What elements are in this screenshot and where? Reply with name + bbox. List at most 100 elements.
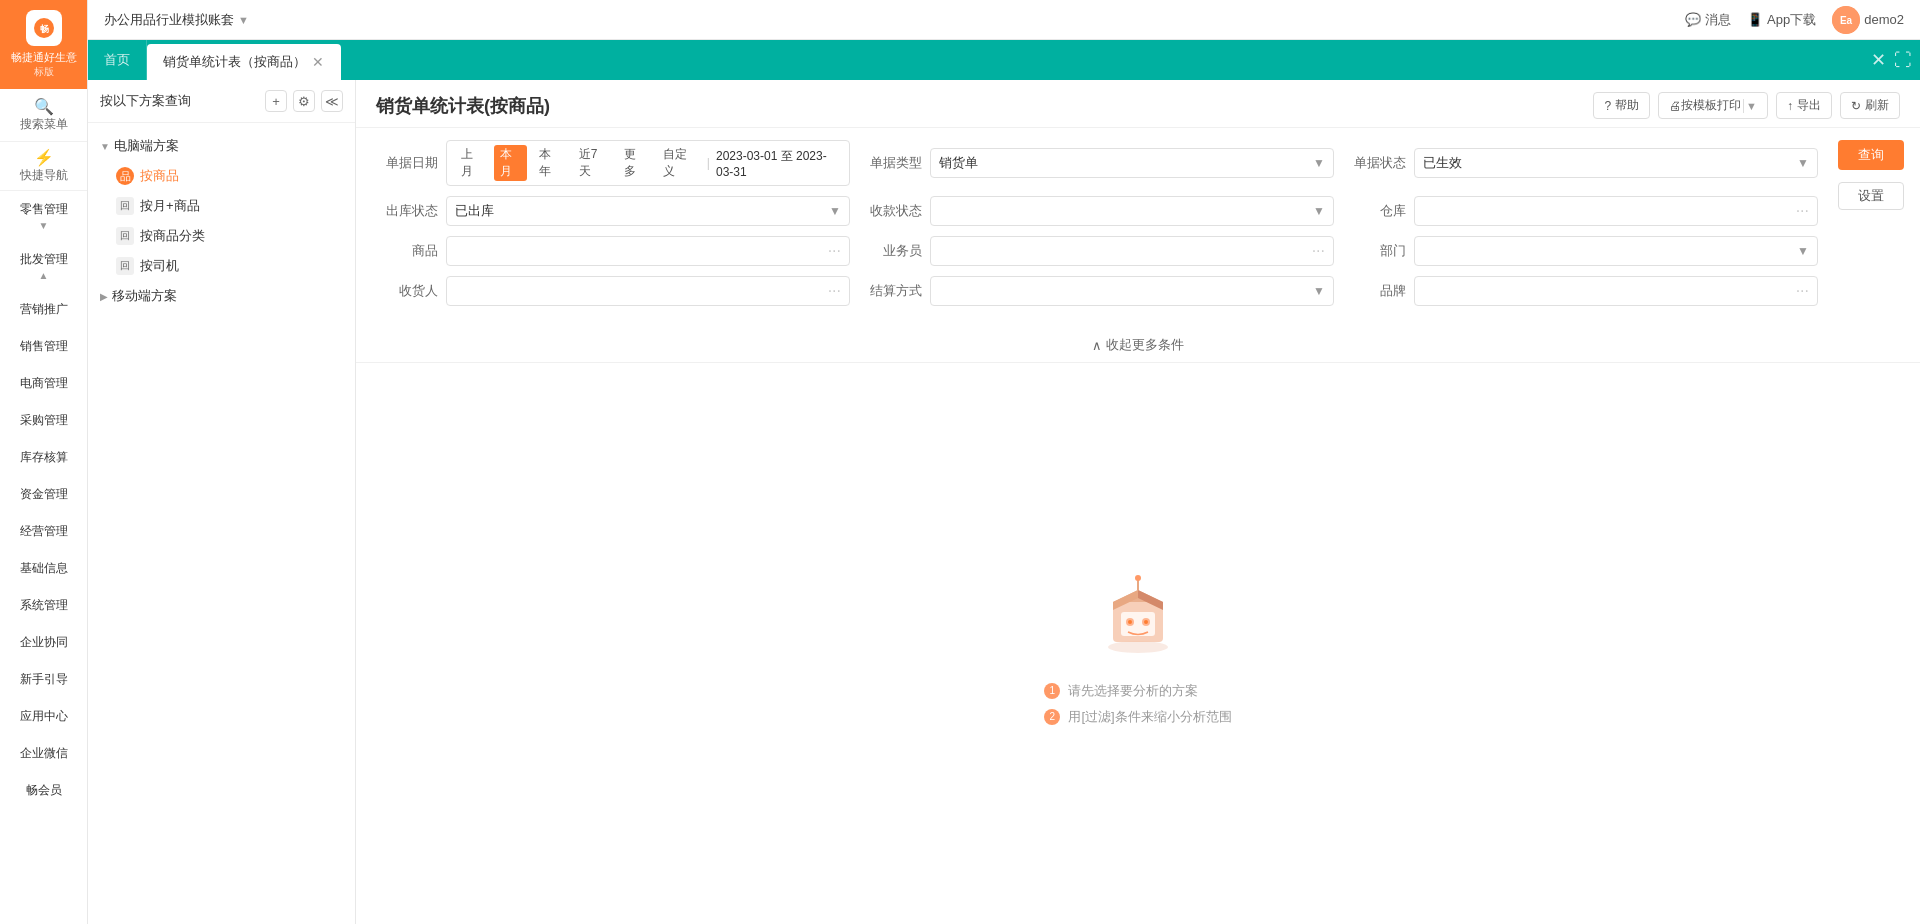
sidebar-item-member[interactable]: 畅会员 xyxy=(0,772,88,809)
collapse-panel-btn[interactable]: ≪ xyxy=(321,90,343,112)
sidebar-search[interactable]: 🔍 搜索菜单 xyxy=(0,89,88,142)
avatar: Ea xyxy=(1832,6,1860,34)
sidebar-item-newuser[interactable]: 新手引导 xyxy=(0,661,88,698)
tree-child-by-month-product[interactable]: 回 按月+商品 xyxy=(88,191,355,221)
empty-tip-1: 1 请先选择要分析的方案 xyxy=(1044,682,1231,700)
sidebar-item-system[interactable]: 系统管理 xyxy=(0,587,88,624)
sidebar-item-inventory[interactable]: 库存核算 xyxy=(0,439,88,476)
salesperson-more-icon: ··· xyxy=(1312,242,1325,260)
app-subtitle: 标版 xyxy=(34,65,54,79)
department-label: 部门 xyxy=(1344,242,1414,260)
account-selector[interactable]: 办公用品行业模拟账套 ▼ xyxy=(104,11,249,29)
dropdown-icon: ▼ xyxy=(238,14,249,26)
date-btn-prev[interactable]: 上月 xyxy=(455,145,488,181)
sidebar-item-cooperation[interactable]: 企业协同 xyxy=(0,624,88,661)
query-button[interactable]: 查询 xyxy=(1838,140,1904,170)
type-control[interactable]: 销货单 ▼ xyxy=(930,148,1334,178)
salesperson-control[interactable]: ··· xyxy=(930,236,1334,266)
date-label: 单据日期 xyxy=(376,154,446,172)
filter-payment: 收款状态 ▼ xyxy=(860,196,1334,226)
app-logo[interactable]: 畅 畅捷通好生意 标版 xyxy=(0,0,88,89)
payment-label: 收款状态 xyxy=(860,202,930,220)
warehouse-control[interactable]: ··· xyxy=(1414,196,1818,226)
tree-parent-desktop[interactable]: ▼ 电脑端方案 xyxy=(88,131,355,161)
sidebar-item-retail[interactable]: 零售管理 ▼ xyxy=(0,191,88,241)
collapse-bar[interactable]: ∧ 收起更多条件 xyxy=(356,328,1920,363)
print-btn[interactable]: 🖨 按模板打印 ▼ xyxy=(1658,92,1768,119)
chevron-down-icon: ▼ xyxy=(100,141,110,152)
help-btn[interactable]: ? 帮助 xyxy=(1593,92,1650,119)
tree-child-by-cashier[interactable]: 回 按司机 xyxy=(88,251,355,281)
payment-control[interactable]: ▼ xyxy=(930,196,1334,226)
topbar-left: 办公用品行业模拟账套 ▼ xyxy=(104,11,249,29)
filter-row-3: 商品 ··· 业务员 ··· xyxy=(376,236,1818,266)
right-panel: 销货单统计表(按商品) ? 帮助 🖨 按模板打印 ▼ ↑ 导出 xyxy=(356,80,1920,924)
add-scheme-btn[interactable]: + xyxy=(265,90,287,112)
sidebar-item-corpwechat[interactable]: 企业微信 xyxy=(0,735,88,772)
sidebar-item-marketing[interactable]: 营销推广 xyxy=(0,291,88,328)
tab-close-all-btn[interactable]: ✕ xyxy=(1871,49,1886,71)
date-btn-current[interactable]: 本月 xyxy=(494,145,527,181)
date-separator: | xyxy=(707,156,710,170)
sidebar-item-appcenter[interactable]: 应用中心 xyxy=(0,698,88,735)
sidebar-item-system-label: 系统管理 xyxy=(20,597,68,614)
message-btn[interactable]: 💬 消息 xyxy=(1685,11,1731,29)
sidebar-quicknav[interactable]: ⚡ 快捷导航 xyxy=(0,142,88,191)
date-btn-custom[interactable]: 自定义 xyxy=(657,145,701,181)
message-label: 消息 xyxy=(1705,11,1731,29)
print-icon: 🖨 xyxy=(1669,99,1681,113)
settings-scheme-btn[interactable]: ⚙ xyxy=(293,90,315,112)
refresh-btn[interactable]: ↻ 刷新 xyxy=(1840,92,1900,119)
filter-salesperson: 业务员 ··· xyxy=(860,236,1334,266)
sidebar-item-purchase[interactable]: 采购管理 xyxy=(0,402,88,439)
receiver-control[interactable]: ··· xyxy=(446,276,850,306)
sidebar-search-label: 搜索菜单 xyxy=(0,116,88,133)
tree-parent-mobile[interactable]: ▶ 移动端方案 xyxy=(88,281,355,311)
tree-section: ▼ 电脑端方案 品 按商品 回 按月+商品 回 按商品分类 回 按司 xyxy=(88,123,355,319)
sidebar-item-operations[interactable]: 经营管理 xyxy=(0,513,88,550)
chevron-down-icon: ▼ xyxy=(39,220,49,231)
tabbar: 首页 销货单统计表（按商品） ✕ ✕ ⛶ xyxy=(88,40,1920,80)
date-control[interactable]: 上月 本月 本年 近7天 更多 自定义 | 2023-03-01 至 2023-… xyxy=(446,140,850,186)
outbound-control[interactable]: 已出库 ▼ xyxy=(446,196,850,226)
filter-department: 部门 ▼ xyxy=(1344,236,1818,266)
date-btn-year[interactable]: 本年 xyxy=(533,145,566,181)
export-btn[interactable]: ↑ 导出 xyxy=(1776,92,1832,119)
left-panel-header: 按以下方案查询 + ⚙ ≪ xyxy=(88,80,355,123)
filter-and-btn: 单据日期 上月 本月 本年 近7天 更多 自定义 | 2023-03-01 至 … xyxy=(356,128,1920,328)
status-control[interactable]: 已生效 ▼ xyxy=(1414,148,1818,178)
empty-tip-2: 2 用[过滤]条件来缩小分析范围 xyxy=(1044,708,1231,726)
brand-control[interactable]: ··· xyxy=(1414,276,1818,306)
settlement-control[interactable]: ▼ xyxy=(930,276,1334,306)
print-dropdown-icon[interactable]: ▼ xyxy=(1746,100,1757,112)
tab-close-icon[interactable]: ✕ xyxy=(312,55,324,69)
sidebar-item-ecommerce[interactable]: 电商管理 xyxy=(0,365,88,402)
sidebar-item-sales[interactable]: 销售管理 xyxy=(0,328,88,365)
product-control[interactable]: ··· xyxy=(446,236,850,266)
sidebar-item-cooperation-label: 企业协同 xyxy=(20,634,68,651)
filter-settlement: 结算方式 ▼ xyxy=(860,276,1334,306)
tab-expand-btn[interactable]: ⛶ xyxy=(1894,50,1912,71)
tab-home[interactable]: 首页 xyxy=(88,40,147,80)
tab-report[interactable]: 销货单统计表（按商品） ✕ xyxy=(147,44,341,80)
collapse-label: 收起更多条件 xyxy=(1106,336,1184,354)
date-btn-7days[interactable]: 近7天 xyxy=(573,145,612,181)
sidebar-item-wholesale-label: 批发管理 xyxy=(20,251,68,268)
tree-child-icon: 品 xyxy=(116,167,134,185)
app-icon: 📱 xyxy=(1747,12,1763,27)
date-btn-more[interactable]: 更多 xyxy=(618,145,651,181)
sidebar-item-basic[interactable]: 基础信息 xyxy=(0,550,88,587)
content-area: 按以下方案查询 + ⚙ ≪ ▼ 电脑端方案 品 按商品 回 xyxy=(88,80,1920,924)
department-control[interactable]: ▼ xyxy=(1414,236,1818,266)
sidebar-item-finance[interactable]: 资金管理 xyxy=(0,476,88,513)
empty-state: 1 请先选择要分析的方案 2 用[过滤]条件来缩小分析范围 xyxy=(356,363,1920,924)
sidebar-item-wholesale[interactable]: 批发管理 ▲ xyxy=(0,241,88,291)
date-value: 2023-03-01 至 2023-03-31 xyxy=(716,148,841,179)
left-panel-header-actions: + ⚙ ≪ xyxy=(265,90,343,112)
user-menu[interactable]: Ea demo2 xyxy=(1832,6,1904,34)
settings-button[interactable]: 设置 xyxy=(1838,182,1904,210)
tree-child-by-category[interactable]: 回 按商品分类 xyxy=(88,221,355,251)
app-download-label: App下载 xyxy=(1767,11,1816,29)
app-download-btn[interactable]: 📱 App下载 xyxy=(1747,11,1816,29)
tree-child-by-product[interactable]: 品 按商品 xyxy=(88,161,355,191)
